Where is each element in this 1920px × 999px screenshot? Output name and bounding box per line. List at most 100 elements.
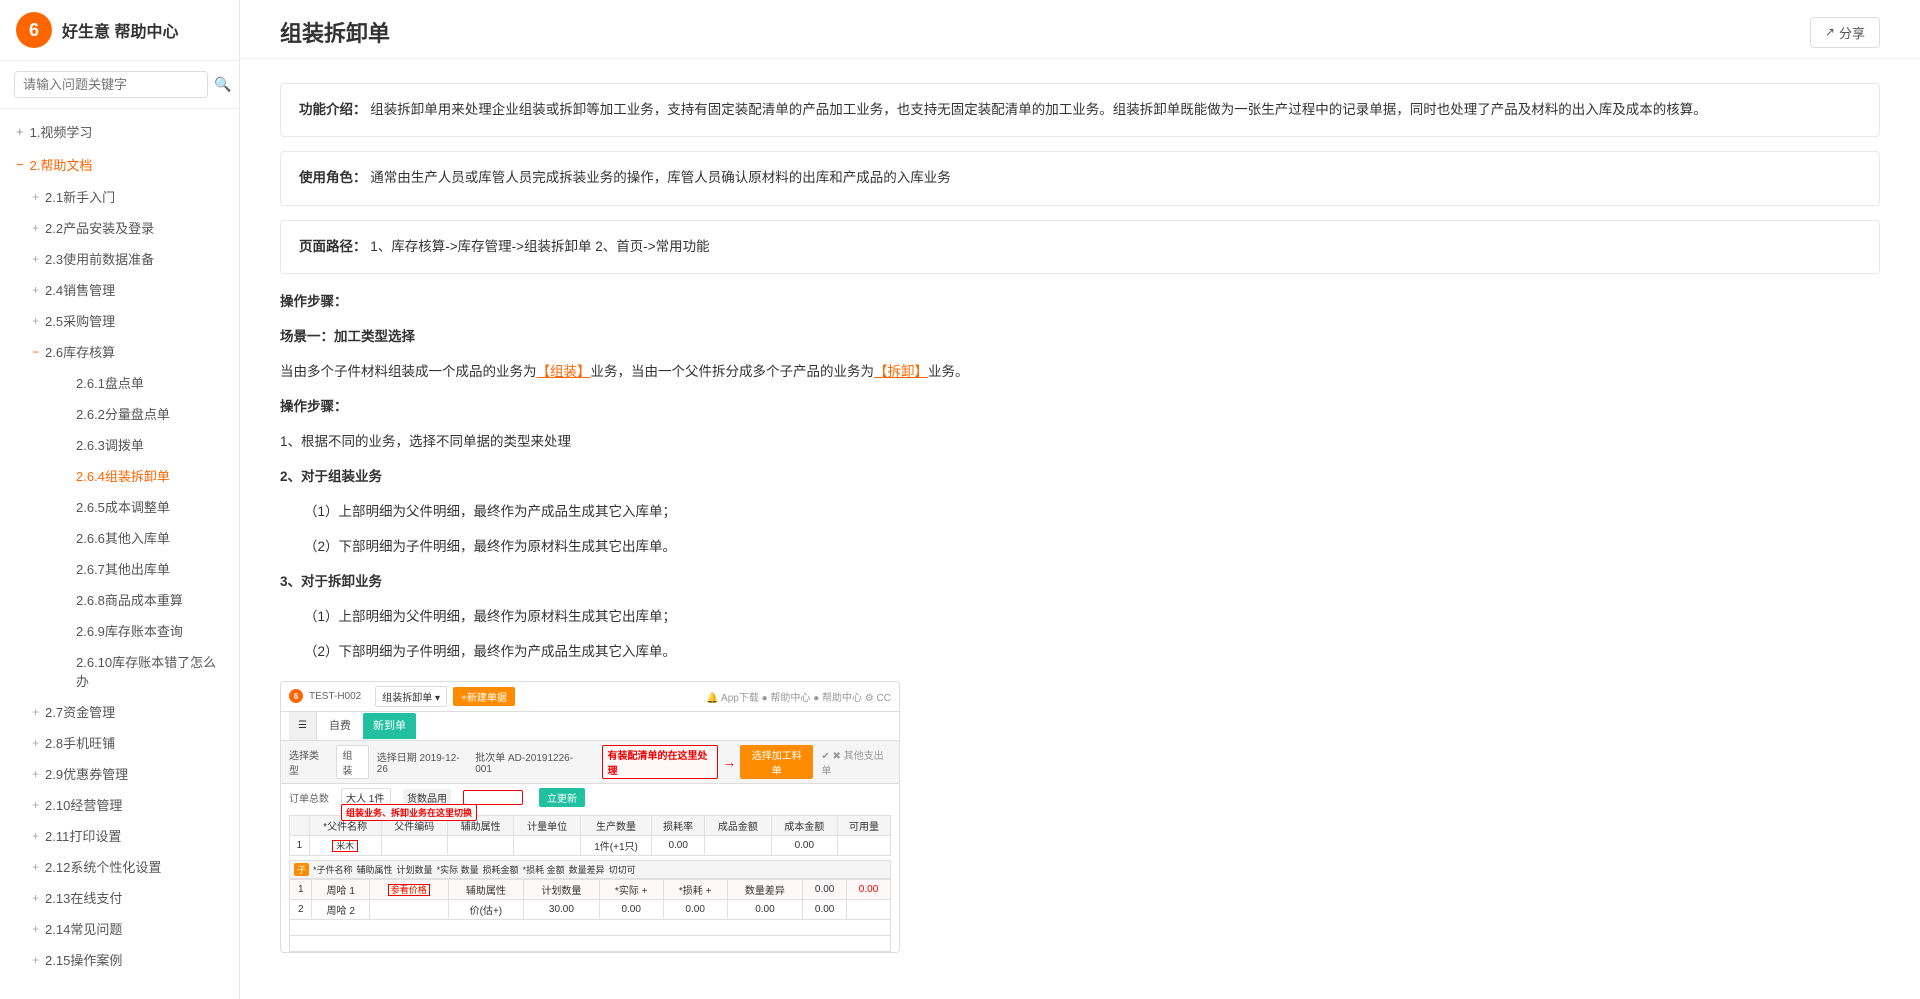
ss-sub-label8: 切切可 bbox=[609, 863, 636, 876]
ss-tab-other[interactable] bbox=[418, 721, 438, 731]
sidebar-item-2-6-2[interactable]: 2.6.2分量盘点单 bbox=[44, 398, 239, 429]
ss-th: 生产数量 bbox=[580, 815, 651, 835]
sidebar-item-2-6-7[interactable]: 2.6.7其他出库单 bbox=[44, 553, 239, 584]
table-cell: 30.00 bbox=[524, 899, 600, 919]
sidebar-item-label: 2.6.1盘点单 bbox=[76, 373, 144, 392]
sidebar-item-2-6-8[interactable]: 2.6.8商品成本重算 bbox=[44, 584, 239, 615]
main-content: 组装拆卸单 ↗ 分享 功能介绍： 组装拆卸单用来处理企业组装或拆卸等加工业务，支… bbox=[240, 0, 1920, 999]
search-button[interactable]: 🔍 bbox=[214, 76, 231, 93]
app-title: 好生意 帮助中心 bbox=[62, 18, 178, 42]
sidebar-item-2-6-1[interactable]: 2.6.1盘点单 bbox=[44, 367, 239, 398]
plus-icon: + bbox=[32, 252, 39, 266]
table-cell bbox=[705, 835, 771, 855]
path-label: 页面路径： bbox=[299, 239, 367, 254]
table-cell: 0.00 bbox=[727, 899, 803, 919]
sidebar-item-2-12[interactable]: + 2.12系统个性化设置 bbox=[0, 851, 239, 882]
plus-icon: + bbox=[32, 891, 39, 905]
sidebar-item-purchase[interactable]: + 2.5采购管理 bbox=[0, 305, 239, 336]
table-cell bbox=[838, 835, 891, 855]
step3-2: （2）下部明细为子件明细，最终作为产成品生成其它入库单。 bbox=[304, 638, 1880, 665]
table-cell: *损耗 + bbox=[663, 879, 727, 899]
steps-title2: 操作步骤： bbox=[280, 393, 1880, 420]
sidebar-item-2-6-4[interactable]: 2.6.4组装拆卸单 bbox=[44, 460, 239, 491]
table-row bbox=[290, 935, 891, 951]
plus-icon: + bbox=[32, 922, 39, 936]
table-row bbox=[290, 951, 891, 952]
sidebar-item-2-6-3[interactable]: 2.6.3调拨单 bbox=[44, 429, 239, 460]
sidebar-item-2-15[interactable]: + 2.15操作案例 bbox=[0, 944, 239, 975]
ss-type-select-btn[interactable]: 选择加工料单 bbox=[740, 745, 813, 779]
plus-icon: + bbox=[32, 221, 39, 235]
sidebar-item-install[interactable]: + 2.2产品安装及登录 bbox=[0, 212, 239, 243]
ss-app-select[interactable]: 组装拆卸单 ▾ bbox=[375, 686, 447, 707]
step2-2: （2）下部明细为子件明细，最终作为原材料生成其它出库单。 bbox=[304, 533, 1880, 560]
share-button[interactable]: ↗ 分享 bbox=[1810, 17, 1880, 48]
sidebar-header: 6 好生意 帮助中心 bbox=[0, 0, 239, 61]
sidebar-item-2-6-5[interactable]: 2.6.5成本调整单 bbox=[44, 491, 239, 522]
ss-confirm-btn[interactable]: 立更新 bbox=[539, 788, 585, 807]
role-text: 通常由生产人员或库管人员完成拆装业务的操作，库管人员确认原材料的出库和产成品的入… bbox=[370, 170, 951, 185]
table-cell bbox=[447, 835, 513, 855]
sidebar-item-inventory[interactable]: − 2.6库存核算 bbox=[0, 336, 239, 367]
sidebar-item-2-6-9[interactable]: 2.6.9库存账本查询 bbox=[44, 615, 239, 646]
sidebar-item-data[interactable]: + 2.3使用前数据准备 bbox=[0, 243, 239, 274]
sidebar-item-label: 2.6.5成本调整单 bbox=[76, 497, 170, 516]
sidebar-item-docs[interactable]: − 2.帮助文档 bbox=[0, 148, 239, 181]
sidebar-item-label: 1.视频学习 bbox=[30, 122, 93, 141]
ss-annotation-bom: 有装配清单的在这里处理 bbox=[602, 745, 719, 779]
ss-type-input[interactable] bbox=[463, 790, 523, 805]
sidebar-item-2-10[interactable]: + 2.10经营管理 bbox=[0, 789, 239, 820]
ss-sub-label2: 辅助属性 bbox=[357, 863, 393, 876]
ss-app-id: TEST-H002 bbox=[309, 691, 361, 702]
plus-icon: + bbox=[32, 314, 39, 328]
sidebar-item-label: 2.6.7其他出库单 bbox=[76, 559, 170, 578]
plus-icon: + bbox=[32, 736, 39, 750]
screenshot-container: 6 TEST-H002 组装拆卸单 ▾ +新建单据 🔔 App下载 ● 帮助中心… bbox=[280, 681, 900, 953]
ss-tab-own[interactable]: 自费 bbox=[319, 713, 361, 739]
ss-th: 成本金额 bbox=[771, 815, 837, 835]
sidebar: 6 好生意 帮助中心 🔍 + 1.视频学习 − 2.帮助文档 + 2.1新手入门… bbox=[0, 0, 240, 999]
sidebar-item-2-13[interactable]: + 2.13在线支付 bbox=[0, 882, 239, 913]
ss-th: 成品金额 bbox=[705, 815, 771, 835]
sidebar-item-label: 2.14常见问题 bbox=[45, 919, 122, 938]
table-row: 2 周哈 2 价(估+) 30.00 0.00 0.00 0.00 0.00 bbox=[290, 899, 891, 919]
highlight-disassemble[interactable]: 【拆卸】 bbox=[874, 364, 928, 379]
step2-1: （1）上部明细为父件明细，最终作为产成品生成其它入库单； bbox=[304, 498, 1880, 525]
table-cell: 2 bbox=[290, 899, 312, 919]
ss-th: 计量单位 bbox=[514, 815, 580, 835]
scene1-title: 场景一：加工类型选择 bbox=[280, 323, 1880, 350]
sidebar-item-sales[interactable]: + 2.4销售管理 bbox=[0, 274, 239, 305]
sidebar-item-2-14[interactable]: + 2.14常见问题 bbox=[0, 913, 239, 944]
sidebar-item-2-9[interactable]: + 2.9优惠券管理 bbox=[0, 758, 239, 789]
sidebar-item-2-7[interactable]: + 2.7资金管理 bbox=[0, 696, 239, 727]
ss-menu-icon: ☰ bbox=[298, 720, 307, 731]
ss-icons2: ✔ ✖ 其他支出单 bbox=[821, 747, 891, 777]
table-cell bbox=[847, 899, 891, 919]
ss-sub-label7: 数量差异 bbox=[569, 863, 605, 876]
ss-toolbar: 选择类型 组装 选择日期 2019-12-26 批次单 AD-20191226-… bbox=[281, 741, 899, 784]
ss-field-row: 订单总数 大人 1件 货数品用 立更新 组装业务、拆卸业务在这里切换 bbox=[281, 784, 899, 811]
sidebar-item-video[interactable]: + 1.视频学习 bbox=[0, 115, 239, 148]
sidebar-item-2-6-10[interactable]: 2.6.10库存账本错了怎么办 bbox=[44, 646, 239, 696]
sidebar-item-label: 2.13在线支付 bbox=[45, 888, 122, 907]
sidebar-item-label: 2.3使用前数据准备 bbox=[45, 249, 154, 268]
plus-icon: + bbox=[32, 705, 39, 719]
ss-tab-new[interactable]: 新到单 bbox=[363, 713, 416, 739]
sidebar-item-2-11[interactable]: + 2.11打印设置 bbox=[0, 820, 239, 851]
table-row: 1 周哈 1 参看价格 辅助属性 计划数量 *实际 + *损耗 + 数量差异 0… bbox=[290, 879, 891, 899]
sidebar-item-2-8[interactable]: + 2.8手机旺铺 bbox=[0, 727, 239, 758]
ss-icons: 🔔 App下载 ● 帮助中心 ● 帮助中心 ⚙ CC bbox=[706, 689, 891, 704]
ss-new-button[interactable]: +新建单据 bbox=[453, 687, 515, 706]
plus-icon: + bbox=[32, 860, 39, 874]
sidebar-item-new[interactable]: + 2.1新手入门 bbox=[0, 181, 239, 212]
path-text: 1、库存核算->库存管理->组装拆卸单 2、首页->常用功能 bbox=[370, 239, 709, 254]
sidebar-item-label: 2.2产品安装及登录 bbox=[45, 218, 154, 237]
sidebar-item-label: 2.1新手入门 bbox=[45, 187, 115, 206]
sidebar-item-2-6-6[interactable]: 2.6.6其他入库单 bbox=[44, 522, 239, 553]
ss-sub-label3: 计划数量 bbox=[397, 863, 433, 876]
search-input[interactable] bbox=[14, 71, 208, 98]
sidebar-item-label: 2.帮助文档 bbox=[30, 155, 93, 174]
step2: 2、对于组装业务 bbox=[280, 463, 1880, 490]
plus-icon: + bbox=[32, 767, 39, 781]
highlight-assemble[interactable]: 【组装】 bbox=[537, 364, 591, 379]
